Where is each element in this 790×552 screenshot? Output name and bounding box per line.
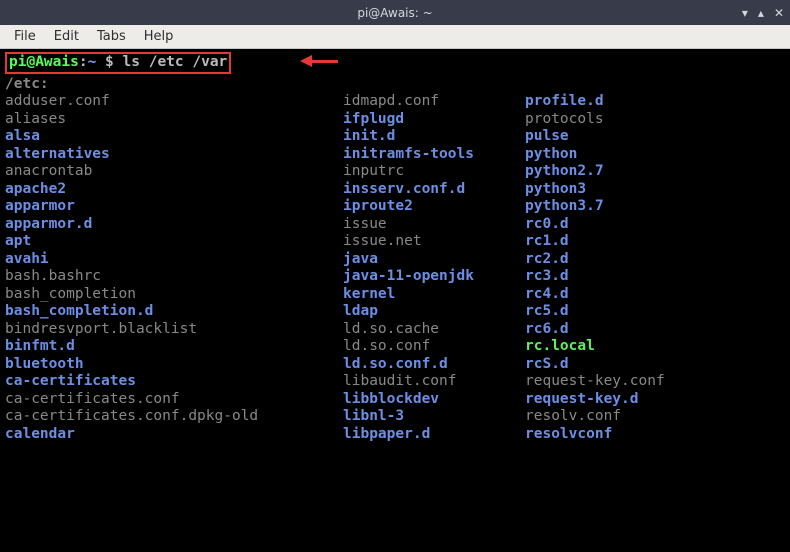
ls-header-etc: /etc:	[5, 76, 785, 94]
list-item: issue.net	[343, 233, 525, 251]
list-item: python3.7	[525, 198, 665, 216]
list-item: inputrc	[343, 163, 525, 181]
prompt-command: ls /etc /var	[123, 54, 228, 70]
list-item: libnl-3	[343, 408, 525, 426]
list-item: ld.so.cache	[343, 321, 525, 339]
maximize-icon[interactable]: ▴	[758, 6, 764, 20]
list-item: rc2.d	[525, 251, 665, 269]
ls-col-3: profile.dprotocolspulsepythonpython2.7py…	[525, 93, 665, 443]
list-item: alternatives	[5, 146, 343, 164]
list-item: protocols	[525, 111, 665, 129]
list-item: ca-certificates	[5, 373, 343, 391]
list-item: insserv.conf.d	[343, 181, 525, 199]
list-item: rc1.d	[525, 233, 665, 251]
prompt-host: Awais	[35, 54, 79, 70]
list-item: ca-certificates.conf.dpkg-old	[5, 408, 343, 426]
list-item: python3	[525, 181, 665, 199]
list-item: rc.local	[525, 338, 665, 356]
list-item: avahi	[5, 251, 343, 269]
prompt-colon: :	[79, 54, 88, 70]
list-item: aliases	[5, 111, 343, 129]
list-item: bash_completion	[5, 286, 343, 304]
list-item: profile.d	[525, 93, 665, 111]
ls-col-1: adduser.confaliasesalsaalternativesanacr…	[5, 93, 343, 443]
list-item: rc5.d	[525, 303, 665, 321]
list-item: apparmor	[5, 198, 343, 216]
terminal[interactable]: pi@Awais:~ $ ls /etc /var /etc: adduser.…	[0, 49, 790, 552]
list-item: ld.so.conf	[343, 338, 525, 356]
ls-col-2: idmapd.confifplugdinit.dinitramfs-toolsi…	[343, 93, 525, 443]
list-item: rc0.d	[525, 216, 665, 234]
list-item: bash_completion.d	[5, 303, 343, 321]
minimize-icon[interactable]: ▾	[742, 6, 748, 20]
list-item: anacrontab	[5, 163, 343, 181]
menu-tabs[interactable]: Tabs	[89, 27, 134, 46]
prompt-highlight-box: pi@Awais:~ $ ls /etc /var	[5, 52, 231, 74]
list-item: apparmor.d	[5, 216, 343, 234]
list-item: ifplugd	[343, 111, 525, 129]
annotation-arrow-icon	[300, 55, 340, 67]
menubar: File Edit Tabs Help	[0, 25, 790, 49]
list-item: libaudit.conf	[343, 373, 525, 391]
list-item: adduser.conf	[5, 93, 343, 111]
list-item: kernel	[343, 286, 525, 304]
list-item: bluetooth	[5, 356, 343, 374]
list-item: apache2	[5, 181, 343, 199]
list-item: initramfs-tools	[343, 146, 525, 164]
list-item: libpaper.d	[343, 426, 525, 444]
prompt-user: pi	[9, 54, 26, 70]
menu-file[interactable]: File	[6, 27, 44, 46]
list-item: idmapd.conf	[343, 93, 525, 111]
list-item: resolvconf	[525, 426, 665, 444]
window-title: pi@Awais: ~	[357, 6, 432, 20]
list-item: ldap	[343, 303, 525, 321]
list-item: apt	[5, 233, 343, 251]
list-item: iproute2	[343, 198, 525, 216]
ls-columns: adduser.confaliasesalsaalternativesanacr…	[5, 93, 785, 443]
list-item: issue	[343, 216, 525, 234]
list-item: pulse	[525, 128, 665, 146]
list-item: rc6.d	[525, 321, 665, 339]
prompt-at: @	[26, 54, 35, 70]
list-item: resolv.conf	[525, 408, 665, 426]
list-item: python	[525, 146, 665, 164]
list-item: python2.7	[525, 163, 665, 181]
list-item: request-key.d	[525, 391, 665, 409]
window-controls: ▾ ▴ ✕	[742, 6, 784, 20]
list-item: binfmt.d	[5, 338, 343, 356]
list-item: java	[343, 251, 525, 269]
list-item: request-key.conf	[525, 373, 665, 391]
titlebar: pi@Awais: ~ ▾ ▴ ✕	[0, 0, 790, 25]
list-item: calendar	[5, 426, 343, 444]
list-item: bash.bashrc	[5, 268, 343, 286]
list-item: ld.so.conf.d	[343, 356, 525, 374]
menu-edit[interactable]: Edit	[46, 27, 87, 46]
list-item: alsa	[5, 128, 343, 146]
list-item: libblockdev	[343, 391, 525, 409]
list-item: init.d	[343, 128, 525, 146]
list-item: ca-certificates.conf	[5, 391, 343, 409]
list-item: rc4.d	[525, 286, 665, 304]
list-item: rc3.d	[525, 268, 665, 286]
list-item: bindresvport.blacklist	[5, 321, 343, 339]
menu-help[interactable]: Help	[136, 27, 182, 46]
close-icon[interactable]: ✕	[774, 6, 784, 20]
list-item: java-11-openjdk	[343, 268, 525, 286]
list-item: rcS.d	[525, 356, 665, 374]
prompt-dollar: $	[96, 54, 122, 70]
